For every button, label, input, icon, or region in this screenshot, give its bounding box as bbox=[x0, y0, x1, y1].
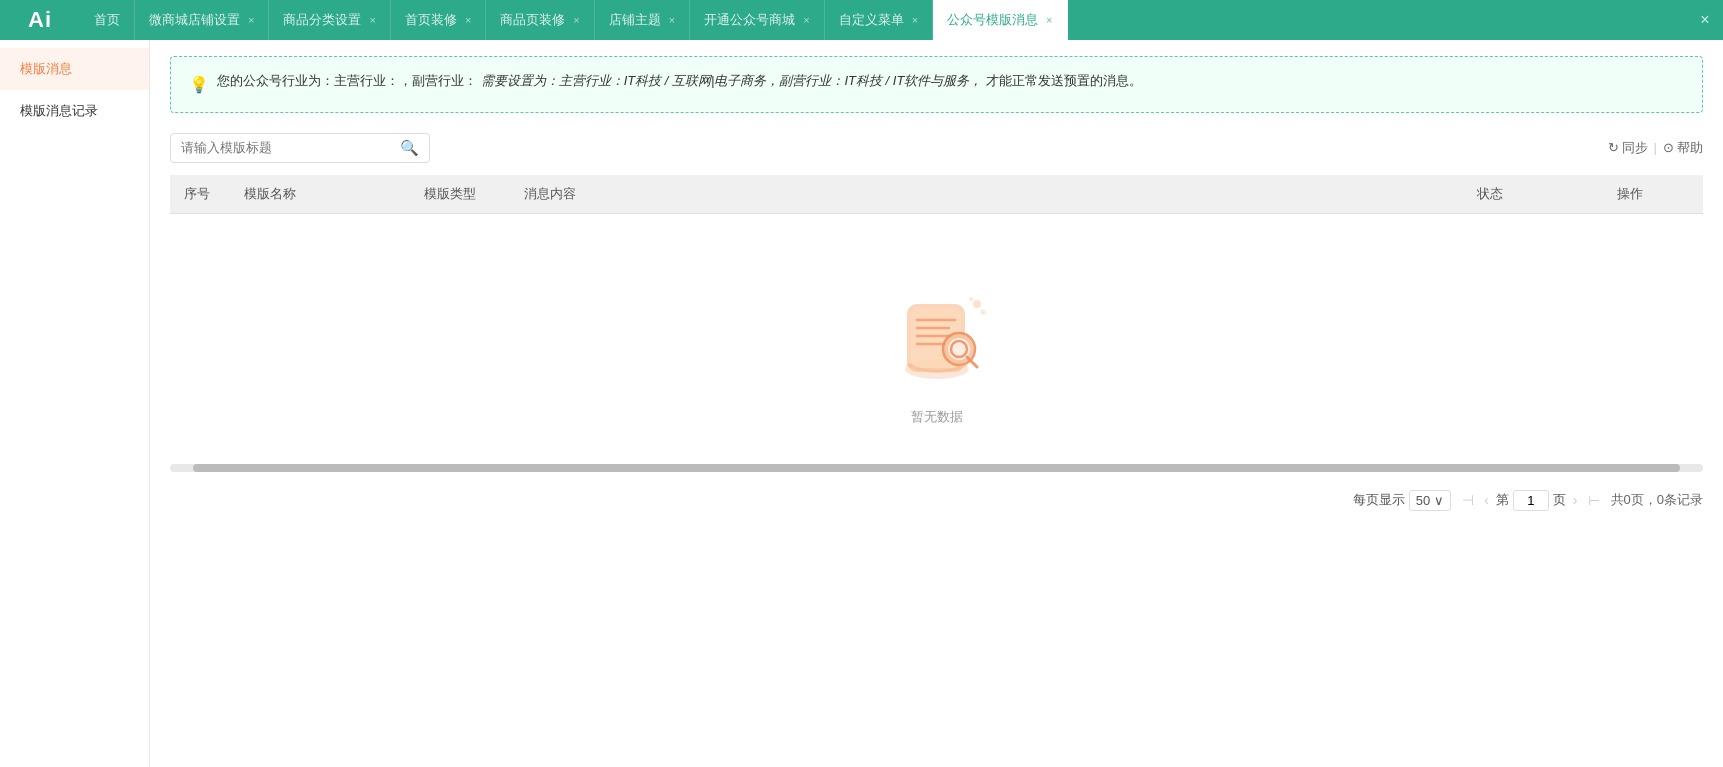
page-nav: ⊣ ‹ 第 页 › ⊢ bbox=[1459, 490, 1602, 511]
sync-button[interactable]: ↻ 同步 bbox=[1608, 139, 1648, 157]
tab-label-product-decor: 商品页装修 bbox=[500, 11, 565, 29]
tab-close-custom-menu[interactable]: × bbox=[912, 14, 918, 26]
table-body: 暂无数据 bbox=[170, 213, 1703, 456]
prev-page-button[interactable]: ‹ bbox=[1481, 492, 1492, 508]
toolbar-divider: | bbox=[1654, 140, 1657, 155]
scroll-track[interactable] bbox=[170, 464, 1703, 472]
tab-close-store-settings[interactable]: × bbox=[248, 14, 254, 26]
tab-close-home-decor[interactable]: × bbox=[465, 14, 471, 26]
empty-illustration bbox=[877, 274, 997, 394]
tab-close-open-mall[interactable]: × bbox=[803, 14, 809, 26]
svg-point-11 bbox=[973, 300, 981, 308]
next-page-button[interactable]: › bbox=[1570, 492, 1581, 508]
notice-icon: 💡 bbox=[189, 72, 209, 98]
tab-home[interactable]: 首页 bbox=[80, 0, 135, 40]
page-size-label: 每页显示 bbox=[1353, 491, 1405, 509]
page-number-input[interactable] bbox=[1513, 490, 1549, 511]
main-content: 💡 您的公众号行业为：主营行业：，副营行业： 需要设置为：主营行业：IT科技 /… bbox=[150, 40, 1723, 767]
sidebar-item-template-msg[interactable]: 模版消息 bbox=[0, 48, 149, 90]
total-info: 共0页，0条记录 bbox=[1611, 491, 1703, 509]
notice-text: 您的公众号行业为：主营行业：，副营行业： 需要设置为：主营行业：IT科技 / 互… bbox=[217, 71, 1142, 92]
svg-point-13 bbox=[969, 297, 973, 301]
toolbar-right: ↻ 同步 | ⊙ 帮助 bbox=[1608, 139, 1703, 157]
col-header-action: 操作 bbox=[1603, 175, 1703, 214]
tab-label-home-decor: 首页装修 bbox=[405, 11, 457, 29]
tab-list: 首页微商城店铺设置×商品分类设置×首页装修×商品页装修×店铺主题×开通公众号商城… bbox=[80, 0, 1687, 40]
sidebar: 模版消息模版消息记录 bbox=[0, 40, 150, 767]
svg-point-12 bbox=[980, 309, 985, 314]
page-size-select: 每页显示 50 ∨ bbox=[1353, 490, 1451, 511]
page-size-dropdown[interactable]: 50 ∨ bbox=[1409, 490, 1451, 511]
tab-close-product-decor[interactable]: × bbox=[573, 14, 579, 26]
data-table: 序号 模版名称 模版类型 消息内容 状态 操作 bbox=[170, 175, 1703, 456]
tab-home-decor[interactable]: 首页装修 × bbox=[391, 0, 486, 40]
tab-label-custom-menu: 自定义菜单 bbox=[839, 11, 904, 29]
col-header-content: 消息内容 bbox=[510, 175, 1463, 214]
tab-custom-menu[interactable]: 自定义菜单 × bbox=[825, 0, 933, 40]
page-prefix-label: 第 bbox=[1496, 491, 1509, 509]
tab-close-store-theme[interactable]: × bbox=[669, 14, 675, 26]
search-button[interactable]: 🔍 bbox=[400, 139, 419, 157]
tab-label-category-settings: 商品分类设置 bbox=[283, 11, 361, 29]
search-input-wrapper[interactable]: 🔍 bbox=[170, 133, 430, 163]
page-unit-label: 页 bbox=[1553, 491, 1566, 509]
empty-state: 暂无数据 bbox=[170, 214, 1703, 456]
main-layout: 模版消息模版消息记录 💡 您的公众号行业为：主营行业：，副营行业： 需要设置为：… bbox=[0, 40, 1723, 767]
notice-prefix: 您的公众号行业为：主营行业：，副营行业： bbox=[217, 73, 477, 88]
tab-label-store-settings: 微商城店铺设置 bbox=[149, 11, 240, 29]
scroll-thumb[interactable] bbox=[193, 464, 1680, 472]
sidebar-item-template-msg-record[interactable]: 模版消息记录 bbox=[0, 90, 149, 132]
help-label: 帮助 bbox=[1677, 139, 1703, 157]
tab-close-template-msg[interactable]: × bbox=[1046, 14, 1052, 26]
close-all-button[interactable]: × bbox=[1687, 0, 1723, 40]
help-button[interactable]: ⊙ 帮助 bbox=[1663, 139, 1703, 157]
tab-open-mall[interactable]: 开通公众号商城 × bbox=[690, 0, 824, 40]
notice-highlight: 需要设置为：主营行业：IT科技 / 互联网|电子商务，副营行业：IT科技 / I… bbox=[481, 73, 983, 88]
tab-close-category-settings[interactable]: × bbox=[369, 14, 375, 26]
page-size-chevron-icon: ∨ bbox=[1434, 493, 1444, 508]
search-bar: 🔍 ↻ 同步 | ⊙ 帮助 bbox=[170, 133, 1703, 163]
last-page-button[interactable]: ⊢ bbox=[1585, 492, 1603, 508]
table-head: 序号 模版名称 模版类型 消息内容 状态 操作 bbox=[170, 175, 1703, 214]
sync-icon: ↻ bbox=[1608, 140, 1619, 155]
empty-text: 暂无数据 bbox=[911, 408, 963, 426]
app-logo: Ai bbox=[0, 0, 80, 40]
sync-label: 同步 bbox=[1622, 139, 1648, 157]
tab-label-store-theme: 店铺主题 bbox=[609, 11, 661, 29]
tab-product-decor[interactable]: 商品页装修 × bbox=[486, 0, 594, 40]
tab-label-home: 首页 bbox=[94, 11, 120, 29]
first-page-button[interactable]: ⊣ bbox=[1459, 492, 1477, 508]
page-input-wrapper: 第 页 bbox=[1496, 490, 1566, 511]
col-header-status: 状态 bbox=[1463, 175, 1603, 214]
notice-box: 💡 您的公众号行业为：主营行业：，副营行业： 需要设置为：主营行业：IT科技 /… bbox=[170, 56, 1703, 113]
empty-state-row: 暂无数据 bbox=[170, 213, 1703, 456]
tab-store-settings[interactable]: 微商城店铺设置 × bbox=[135, 0, 269, 40]
search-input[interactable] bbox=[181, 140, 400, 155]
col-header-no: 序号 bbox=[170, 175, 230, 214]
tab-store-theme[interactable]: 店铺主题 × bbox=[595, 0, 690, 40]
notice-suffix: 才能正常发送预置的消息。 bbox=[986, 73, 1142, 88]
col-header-name: 模版名称 bbox=[230, 175, 410, 214]
table-header-row: 序号 模版名称 模版类型 消息内容 状态 操作 bbox=[170, 175, 1703, 214]
tab-category-settings[interactable]: 商品分类设置 × bbox=[269, 0, 390, 40]
col-header-type: 模版类型 bbox=[410, 175, 510, 214]
tab-template-msg[interactable]: 公众号模版消息 × bbox=[933, 0, 1067, 40]
pagination: 每页显示 50 ∨ ⊣ ‹ 第 页 › ⊢ 共0页，0条记录 bbox=[170, 480, 1703, 511]
page-size-value: 50 bbox=[1416, 493, 1430, 508]
tab-label-template-msg: 公众号模版消息 bbox=[947, 11, 1038, 29]
help-icon: ⊙ bbox=[1663, 140, 1674, 155]
tab-label-open-mall: 开通公众号商城 bbox=[704, 11, 795, 29]
top-nav: Ai 首页微商城店铺设置×商品分类设置×首页装修×商品页装修×店铺主题×开通公众… bbox=[0, 0, 1723, 40]
